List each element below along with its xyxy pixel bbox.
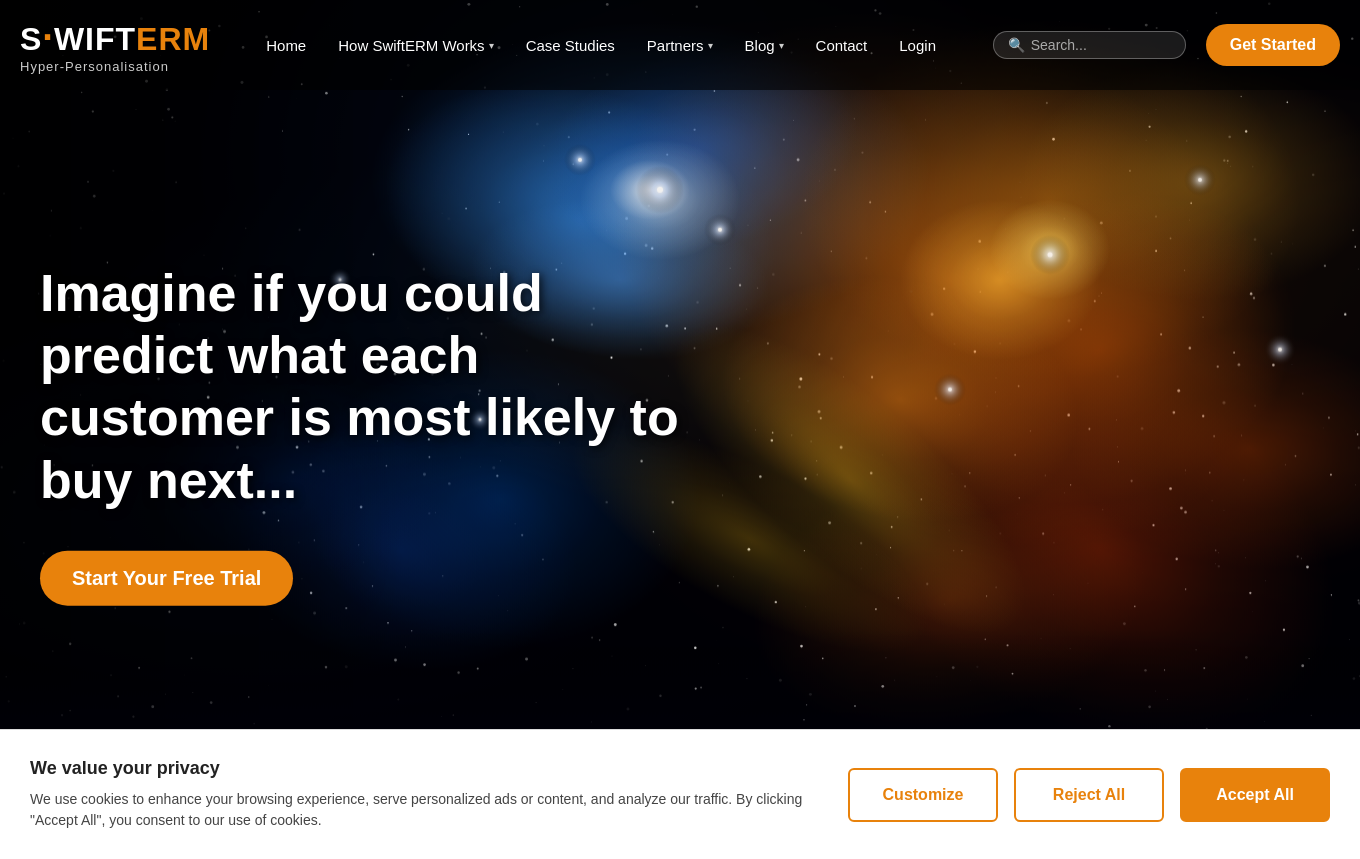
nav-contact[interactable]: Contact: [800, 29, 884, 62]
cookie-title: We value your privacy: [30, 758, 808, 779]
get-started-button[interactable]: Get Started: [1206, 24, 1340, 66]
accept-all-button[interactable]: Accept All: [1180, 768, 1330, 822]
search-input[interactable]: [1031, 37, 1171, 53]
chevron-down-icon: ▾: [779, 40, 784, 51]
logo-wordmark: S·WIFTERM: [20, 16, 210, 59]
nav-case-studies[interactable]: Case Studies: [510, 29, 631, 62]
main-nav: Home How SwiftERM Works ▾ Case Studies P…: [250, 29, 993, 62]
cookie-banner: We value your privacy We use cookies to …: [0, 729, 1360, 859]
nav-how-swifterm-works[interactable]: How SwiftERM Works ▾: [322, 29, 509, 62]
customize-button[interactable]: Customize: [848, 768, 998, 822]
hero-content: Imagine if you could predict what each c…: [40, 261, 690, 606]
search-icon: 🔍: [1008, 37, 1025, 53]
logo-dot: ·: [42, 16, 54, 58]
hero-headline: Imagine if you could predict what each c…: [40, 261, 690, 511]
hero-section: Imagine if you could predict what each c…: [0, 0, 1360, 729]
logo-subtitle: Hyper-Personalisation: [20, 59, 210, 74]
nav-blog[interactable]: Blog ▾: [729, 29, 800, 62]
chevron-down-icon: ▾: [708, 40, 713, 51]
nav-login[interactable]: Login: [883, 29, 952, 62]
chevron-down-icon: ▾: [489, 40, 494, 51]
cookie-buttons: Customize Reject All Accept All: [848, 768, 1330, 822]
logo-swift: S: [20, 21, 42, 57]
site-header: S·WIFTERM Hyper-Personalisation Home How…: [0, 0, 1360, 90]
nav-home[interactable]: Home: [250, 29, 322, 62]
free-trial-button[interactable]: Start Your Free Trial: [40, 551, 293, 606]
cookie-text-area: We value your privacy We use cookies to …: [30, 758, 848, 831]
search-container[interactable]: 🔍: [993, 31, 1186, 59]
cookie-description: We use cookies to enhance your browsing …: [30, 789, 808, 831]
reject-all-button[interactable]: Reject All: [1014, 768, 1164, 822]
logo: S·WIFTERM Hyper-Personalisation: [20, 16, 210, 74]
nav-partners[interactable]: Partners ▾: [631, 29, 729, 62]
